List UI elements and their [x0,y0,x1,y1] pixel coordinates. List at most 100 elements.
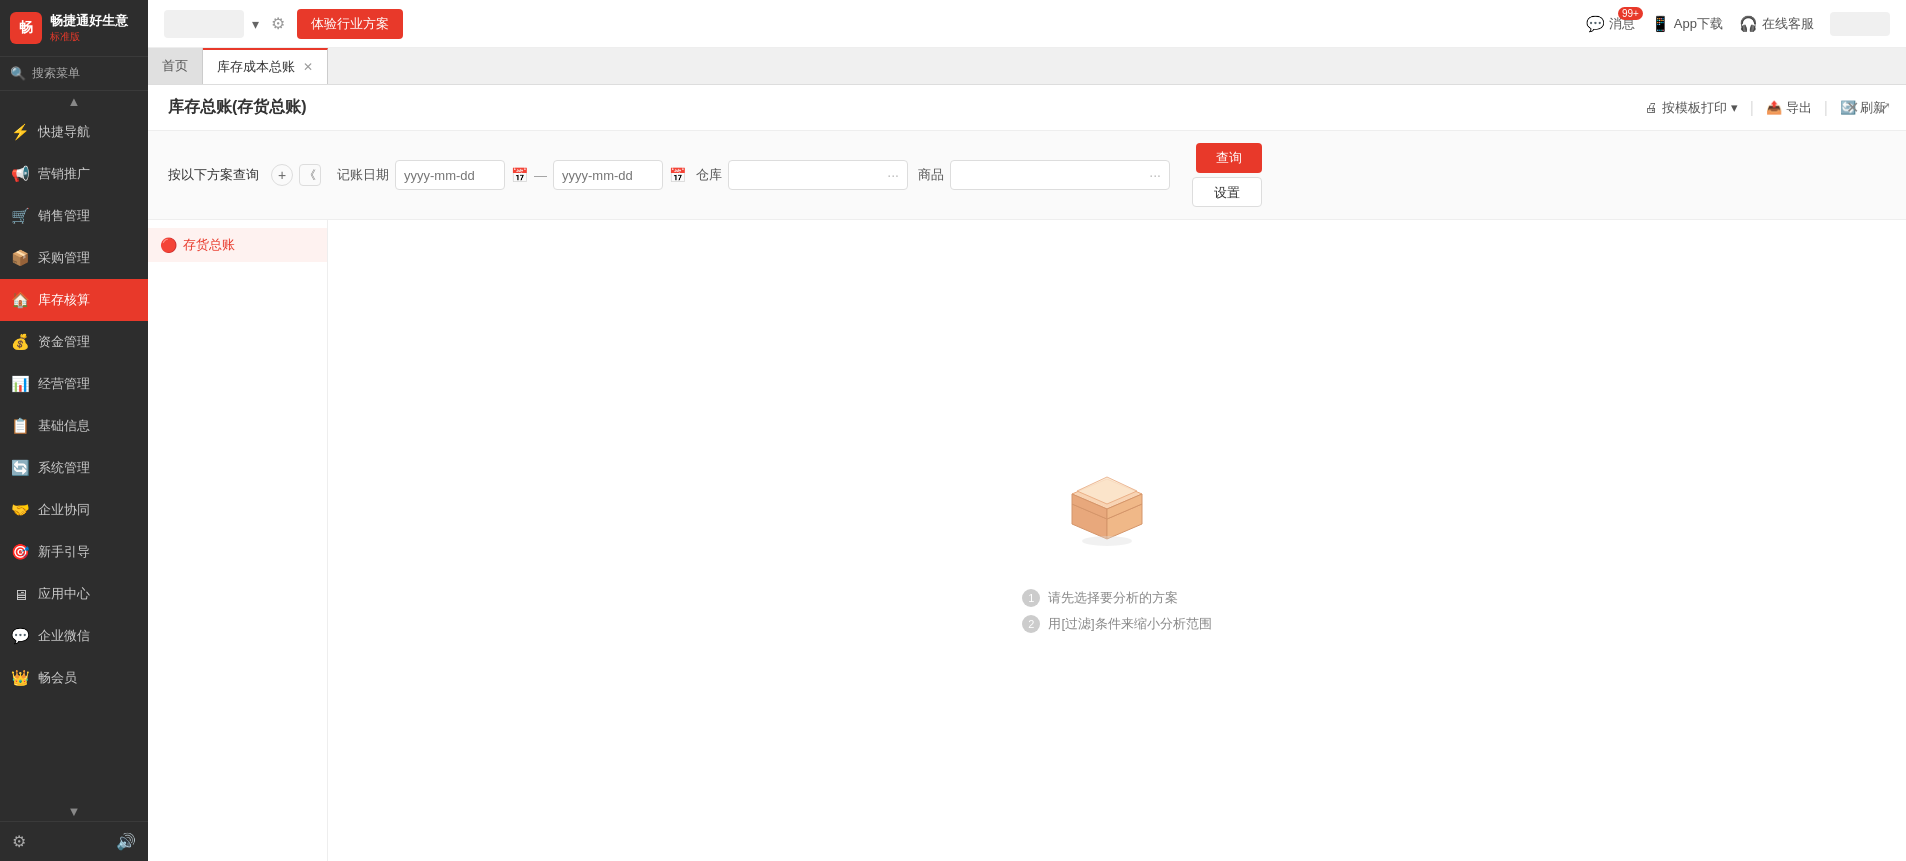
sidebar-item-inventory[interactable]: 🏠 库存核算 [0,279,148,321]
sidebar-label-wechat: 企业微信 [38,627,90,645]
export-icon: 📤 [1766,100,1782,115]
calendar-end-icon[interactable]: 📅 [669,167,686,183]
settings-btn[interactable]: 设置 [1192,177,1262,207]
goods-more-icon[interactable]: ··· [1149,167,1161,183]
tab-inventory-ledger[interactable]: 库存成本总账 ✕ [203,48,328,84]
filter-warehouse-field: 仓库 ··· [696,160,908,190]
brand-placeholder [164,10,244,38]
panel-actions: ✕ ⤢ [1840,95,1896,119]
date-end-input[interactable] [553,160,663,190]
sidebar-label-sales: 销售管理 [38,207,90,225]
sidebar-label-appstore: 应用中心 [38,585,90,603]
filter-row: 记账日期 📅 — 📅 仓库 ··· 商品 [337,143,1886,207]
sidebar-item-basic[interactable]: 📋 基础信息 [0,405,148,447]
sidebar-item-finance[interactable]: 💰 资金管理 [0,321,148,363]
service-label: 在线客服 [1762,15,1814,33]
warehouse-select[interactable]: ··· [728,160,908,190]
filter-label: 按以下方案查询 [168,166,259,184]
logo-sub-text: 标准版 [50,30,128,43]
sidebar-item-wechat[interactable]: 💬 企业微信 [0,615,148,657]
sidebar-item-guide[interactable]: 🎯 新手引导 [0,531,148,573]
sidebar-item-quick-nav[interactable]: ⚡ 快捷导航 [0,111,148,153]
basic-icon: 📋 [10,416,30,436]
tab-close-icon[interactable]: ✕ [303,60,313,74]
audio-icon[interactable]: 🔊 [116,832,136,851]
export-btn[interactable]: 📤 导出 [1766,99,1812,117]
filter-add-btn[interactable]: + [271,164,293,186]
trial-btn[interactable]: 体验行业方案 [297,9,403,39]
svg-point-7 [1082,536,1132,546]
sidebar-item-purchase[interactable]: 📦 采购管理 [0,237,148,279]
export-label: 导出 [1786,99,1812,117]
scheme-item-inventory-total[interactable]: 🔴 存货总账 [148,228,327,262]
filter-date-field: 记账日期 📅 — 📅 [337,160,686,190]
panel-resize-btn[interactable]: ⤢ [1872,95,1896,119]
member-icon: 👑 [10,668,30,688]
topbar-settings-icon[interactable]: ⚙ [271,14,285,33]
scroll-up-arrow[interactable]: ▲ [0,91,148,111]
warehouse-more-icon[interactable]: ··· [887,167,899,183]
page-title: 库存总账(存货总账) [168,97,307,118]
print-dropdown-icon[interactable]: ▾ [1731,100,1738,115]
topbar-app-download[interactable]: 📱 App下载 [1651,15,1723,33]
sidebar-bottom: ⚙ 🔊 [0,821,148,861]
tab-home[interactable]: 首页 [148,48,203,84]
sidebar-label-member: 畅会员 [38,669,77,687]
filter-goods-field: 商品 ··· [918,160,1170,190]
print-btn[interactable]: 🖨 按模板打印 ▾ [1645,99,1738,117]
sidebar-item-appstore[interactable]: 🖥 应用中心 [0,573,148,615]
goods-select[interactable]: ··· [950,160,1170,190]
quick-nav-icon: ⚡ [10,122,30,142]
sidebar-label-system: 系统管理 [38,459,90,477]
divider1: | [1750,99,1754,117]
logo-text: 畅捷通好生意 标准版 [50,13,128,43]
date-field-label: 记账日期 [337,166,389,184]
operations-icon: 📊 [10,374,30,394]
enterprise-icon: 🤝 [10,500,30,520]
main-area: ▾ ⚙ 体验行业方案 💬 消息 99+ 📱 App下载 🎧 在线客服 首页 [148,0,1906,861]
date-start-input[interactable] [395,160,505,190]
topbar-right: 💬 消息 99+ 📱 App下载 🎧 在线客服 [1586,12,1890,36]
msg-icon: 💬 [1586,15,1605,33]
guide-icon: 🎯 [10,542,30,562]
sidebar-item-enterprise[interactable]: 🤝 企业协同 [0,489,148,531]
sidebar-item-marketing[interactable]: 📢 营销推广 [0,153,148,195]
tip-text-2: 用[过滤]条件来缩小分析范围 [1048,615,1211,633]
scheme-selector: 🔴 存货总账 [148,220,328,861]
sidebar-item-system[interactable]: 🔄 系统管理 [0,447,148,489]
finance-icon: 💰 [10,332,30,352]
inventory-icon: 🏠 [10,290,30,310]
tab-inventory-label: 库存成本总账 [217,58,295,76]
app-icon: 📱 [1651,15,1670,33]
topbar-dropdown-icon[interactable]: ▾ [252,16,259,32]
logo-icon: 畅 [10,12,42,44]
sidebar-logo: 畅 畅捷通好生意 标准版 [0,0,148,57]
topbar-service[interactable]: 🎧 在线客服 [1739,15,1814,33]
empty-state: 1 请先选择要分析的方案 2 用[过滤]条件来缩小分析范围 [328,220,1906,861]
sidebar-item-sales[interactable]: 🛒 销售管理 [0,195,148,237]
empty-illustration [1057,449,1177,569]
sidebar-label-enterprise: 企业协同 [38,501,90,519]
settings-icon[interactable]: ⚙ [12,832,26,851]
purchase-icon: 📦 [10,248,30,268]
filter-collapse-btn[interactable]: 《 [299,164,321,186]
goods-label: 商品 [918,166,944,184]
tip-num-1: 1 [1022,589,1040,607]
app-label: App下载 [1674,15,1723,33]
panel-close-btn[interactable]: ✕ [1840,95,1864,119]
empty-box-svg [1057,449,1157,549]
content-area: 库存总账(存货总账) 🖨 按模板打印 ▾ | 📤 导出 | 🔄 刷新 [148,85,1906,861]
topbar-msg[interactable]: 💬 消息 99+ [1586,15,1635,33]
sidebar-item-member[interactable]: 👑 畅会员 [0,657,148,699]
search-menu-label: 搜索菜单 [32,65,80,82]
sidebar-item-operations[interactable]: 📊 经营管理 [0,363,148,405]
sidebar-label-operations: 经营管理 [38,375,90,393]
calendar-start-icon[interactable]: 📅 [511,167,528,183]
query-btn[interactable]: 查询 [1196,143,1262,173]
search-menu-item[interactable]: 🔍 搜索菜单 [0,57,148,91]
topbar-user-avatar[interactable] [1830,12,1890,36]
warehouse-label: 仓库 [696,166,722,184]
sidebar-label-purchase: 采购管理 [38,249,90,267]
wechat-icon: 💬 [10,626,30,646]
scroll-down-arrow[interactable]: ▼ [0,801,148,821]
